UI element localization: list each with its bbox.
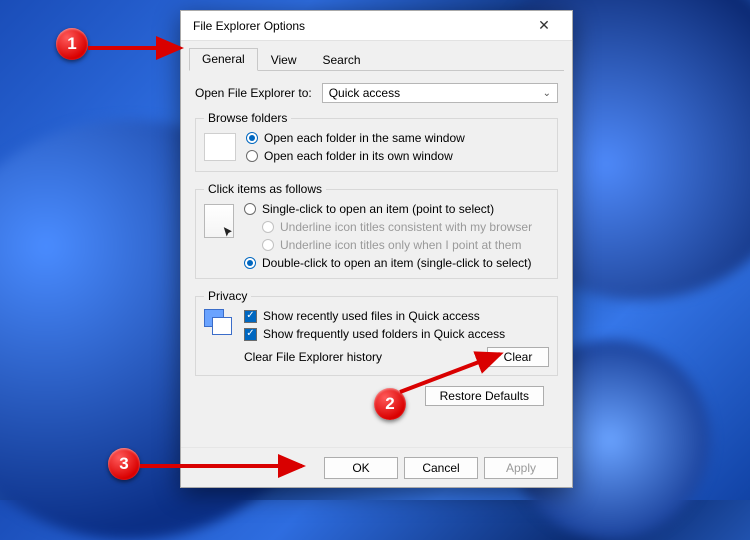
open-to-label: Open File Explorer to:: [195, 86, 312, 100]
general-panel: Open File Explorer to: Quick access ⌄ Br…: [181, 71, 572, 406]
annotation-2: 2: [374, 388, 406, 420]
apply-button[interactable]: Apply: [484, 457, 558, 479]
radio-icon: [244, 203, 256, 215]
tab-view[interactable]: View: [258, 49, 310, 71]
annotation-1: 1: [56, 28, 88, 60]
checkbox-icon: [244, 310, 257, 323]
privacy-legend: Privacy: [204, 289, 251, 303]
radio-label: Open each folder in its own window: [264, 149, 453, 163]
privacy-group: Privacy Show recently used files in Quic…: [195, 289, 558, 376]
clear-button[interactable]: Clear: [487, 347, 549, 367]
radio-icon: [246, 132, 258, 144]
checkbox-label: Show frequently used folders in Quick ac…: [263, 327, 505, 341]
tab-bar: General View Search: [189, 47, 564, 71]
tab-search[interactable]: Search: [310, 49, 374, 71]
file-explorer-options-dialog: File Explorer Options ✕ General View Sea…: [180, 10, 573, 488]
checkbox-recent-files[interactable]: Show recently used files in Quick access: [244, 309, 505, 323]
ok-button[interactable]: OK: [324, 457, 398, 479]
radio-same-window[interactable]: Open each folder in the same window: [246, 131, 465, 145]
cancel-button[interactable]: Cancel: [404, 457, 478, 479]
click-items-group: Click items as follows Single-click to o…: [195, 182, 558, 279]
radio-icon: [246, 150, 258, 162]
radio-label: Underline icon titles consistent with my…: [280, 220, 532, 234]
radio-underline-browser: Underline icon titles consistent with my…: [262, 220, 532, 234]
close-icon: ✕: [538, 17, 550, 34]
checkbox-frequent-folders[interactable]: Show frequently used folders in Quick ac…: [244, 327, 505, 341]
annotation-arrow-1: [88, 42, 188, 62]
checkbox-label: Show recently used files in Quick access: [263, 309, 480, 323]
tab-general[interactable]: General: [189, 48, 258, 71]
radio-own-window[interactable]: Open each folder in its own window: [246, 149, 465, 163]
checkbox-icon: [244, 328, 257, 341]
chevron-down-icon: ⌄: [543, 88, 551, 99]
radio-label: Open each folder in the same window: [264, 131, 465, 145]
radio-underline-point: Underline icon titles only when I point …: [262, 238, 532, 252]
browse-folders-group: Browse folders Open each folder in the s…: [195, 111, 558, 172]
titlebar: File Explorer Options ✕: [181, 11, 572, 41]
radio-single-click[interactable]: Single-click to open an item (point to s…: [244, 202, 532, 216]
radio-label: Double-click to open an item (single-cli…: [262, 256, 531, 270]
radio-icon: [262, 239, 274, 251]
dialog-footer: OK Cancel Apply: [181, 447, 572, 487]
radio-label: Single-click to open an item (point to s…: [262, 202, 494, 216]
clear-history-label: Clear File Explorer history: [244, 350, 382, 364]
browse-folders-icon: [204, 133, 236, 161]
radio-icon: [244, 257, 256, 269]
click-items-legend: Click items as follows: [204, 182, 326, 196]
dialog-title: File Explorer Options: [193, 19, 305, 33]
browse-folders-legend: Browse folders: [204, 111, 291, 125]
open-to-select[interactable]: Quick access ⌄: [322, 83, 558, 103]
restore-defaults-button[interactable]: Restore Defaults: [425, 386, 544, 406]
radio-double-click[interactable]: Double-click to open an item (single-cli…: [244, 256, 532, 270]
annotation-3: 3: [108, 448, 140, 480]
click-items-icon: [204, 204, 234, 238]
privacy-icon: [204, 309, 234, 337]
radio-label: Underline icon titles only when I point …: [280, 238, 521, 252]
open-to-value: Quick access: [329, 86, 400, 100]
radio-icon: [262, 221, 274, 233]
open-to-row: Open File Explorer to: Quick access ⌄: [195, 83, 558, 103]
close-button[interactable]: ✕: [524, 12, 564, 40]
